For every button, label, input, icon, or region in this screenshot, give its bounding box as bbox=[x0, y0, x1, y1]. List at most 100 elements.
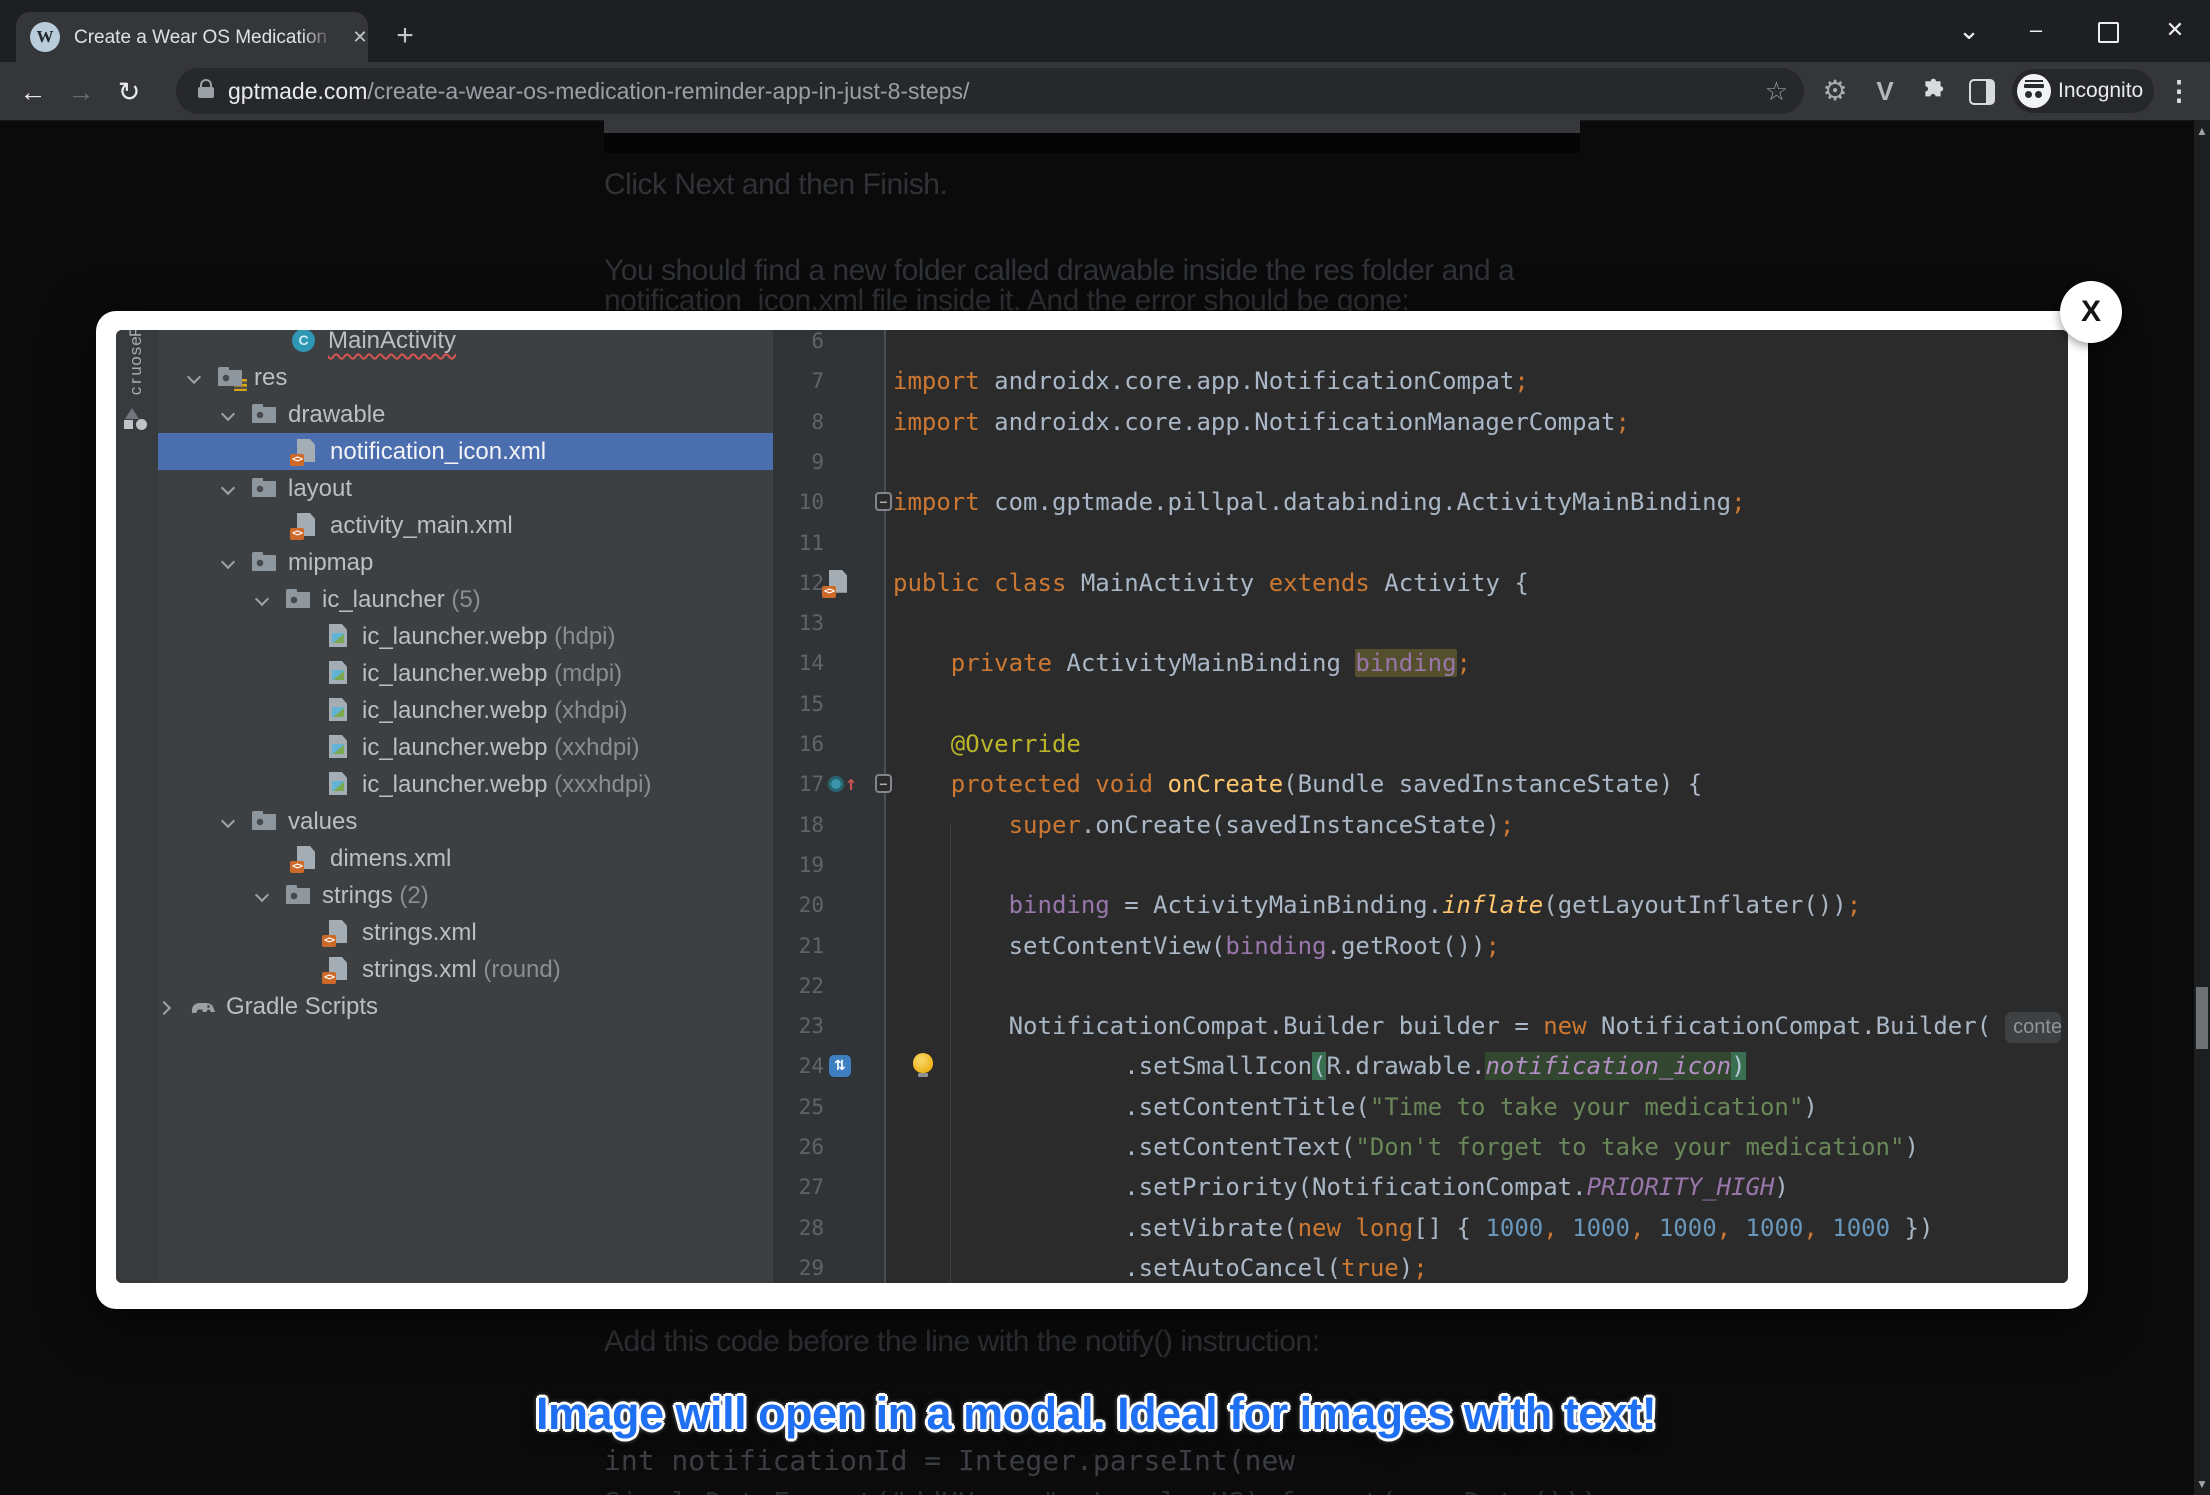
code-line[interactable]: 29 .setAutoCancel(true); bbox=[773, 1248, 2068, 1283]
tree-item[interactable]: Gradle Scripts bbox=[158, 988, 773, 1025]
tree-item-suffix: (round) bbox=[476, 956, 561, 983]
code-text: @Override bbox=[950, 730, 1081, 758]
window-close-button[interactable]: ✕ bbox=[2158, 14, 2192, 46]
tree-item[interactable]: ic_launcher.webp (xhdpi) bbox=[158, 692, 773, 729]
scroll-down-arrow-icon[interactable]: ▼ bbox=[2194, 1473, 2210, 1495]
drawable-gutter-icon[interactable]: ⇅ bbox=[829, 1055, 851, 1078]
code-line[interactable]: 21 setContentView(binding.getRoot()); bbox=[773, 926, 2068, 966]
tree-item[interactable]: <> strings.xml bbox=[158, 914, 773, 951]
tree-item[interactable]: ic_launcher.webp (xxxhdpi) bbox=[158, 766, 773, 803]
maximize-button[interactable] bbox=[2098, 22, 2119, 43]
chevron-open-icon[interactable] bbox=[254, 888, 270, 904]
page-paragraph: You should find a new folder called draw… bbox=[604, 254, 1515, 287]
reload-button[interactable]: ↻ bbox=[111, 74, 147, 110]
related-xml-file-icon[interactable]: <> bbox=[822, 570, 852, 598]
tree-item[interactable]: <> activity_main.xml bbox=[158, 507, 773, 544]
browser-menu-icon[interactable]: ⋮ bbox=[2164, 73, 2194, 109]
tree-item[interactable]: ic_launcher (5) bbox=[158, 581, 773, 618]
webp-icon bbox=[326, 735, 352, 760]
line-number: 29 bbox=[798, 1255, 824, 1280]
tree-item[interactable]: layout bbox=[158, 470, 773, 507]
modal-close-button[interactable]: X bbox=[2060, 281, 2122, 343]
studio-tool-window-strip[interactable]: Resourc bbox=[116, 330, 159, 1283]
code-line[interactable]: 13 bbox=[773, 603, 2068, 643]
incognito-badge[interactable]: Incognito bbox=[2012, 69, 2154, 113]
browser-tab[interactable]: W Create a Wear OS Medication Reminder ✕ bbox=[16, 12, 368, 62]
tree-item[interactable]: <> notification_icon.xml bbox=[158, 433, 773, 470]
tree-item[interactable]: ic_launcher.webp (xxhdpi) bbox=[158, 729, 773, 766]
fold-marker-icon[interactable]: − bbox=[875, 492, 892, 512]
code-text: import androidx.core.app.NotificationMan… bbox=[893, 407, 1630, 436]
code-line[interactable]: 12 <> public class MainActivity extends Ac… bbox=[773, 563, 2068, 603]
tool-strip-letter: c bbox=[126, 386, 145, 396]
chevron-open-icon[interactable] bbox=[186, 370, 202, 386]
scrollbar-thumb[interactable] bbox=[2196, 987, 2208, 1049]
settings-gear-extension-icon[interactable]: ⚙ bbox=[1817, 73, 1853, 109]
android-studio-screenshot: Resourc C MainActivity res drawable <> notifi… bbox=[116, 330, 2068, 1283]
new-tab-button[interactable]: + bbox=[390, 21, 420, 52]
tab-search-chevron-icon[interactable]: ⌄ bbox=[1952, 14, 1986, 46]
v-extension-icon[interactable]: V bbox=[1867, 73, 1903, 109]
code-editor[interactable]: 5import android.widget.TextView;67import… bbox=[773, 330, 2068, 1283]
code-text: import com.gptmade.pillpal.databinding.A… bbox=[893, 488, 1746, 517]
page-scrollbar[interactable]: ▲ ▼ bbox=[2194, 120, 2210, 1495]
code-line[interactable]: 25 .setContentTitle("Time to take your m… bbox=[773, 1087, 2068, 1127]
code-line[interactable]: 10 − import com.gptmade.pillpal.databindin… bbox=[773, 482, 2068, 522]
code-line[interactable]: 7 import androidx.core.app.NotificationCo… bbox=[773, 361, 2068, 401]
image-modal: Resourc C MainActivity res drawable <> notifi… bbox=[96, 311, 2088, 1309]
tree-item[interactable]: drawable bbox=[158, 396, 773, 433]
code-line[interactable]: 9 bbox=[773, 442, 2068, 482]
code-line[interactable]: 11 bbox=[773, 523, 2068, 563]
tree-item-label: strings.xml (round) bbox=[362, 956, 561, 983]
address-bar[interactable]: gptmade.com/create-a-wear-os-medication-… bbox=[176, 68, 1804, 114]
tree-item[interactable]: <> dimens.xml bbox=[158, 840, 773, 877]
code-line[interactable]: 28 .setVibrate(new long[] { 1000, 1000, … bbox=[773, 1208, 2068, 1248]
code-line[interactable]: 19 bbox=[773, 845, 2068, 885]
override-method-icon[interactable] bbox=[828, 776, 844, 793]
code-line[interactable]: 6 bbox=[773, 330, 2068, 361]
chevron-closed-icon[interactable] bbox=[158, 999, 174, 1015]
code-line[interactable]: 8 import androidx.core.app.NotificationMa… bbox=[773, 402, 2068, 442]
code-line[interactable]: 23 NotificationCompat.Builder builder = … bbox=[773, 1006, 2068, 1046]
chevron-open-icon[interactable] bbox=[220, 481, 236, 497]
tab-close-icon[interactable]: ✕ bbox=[348, 25, 372, 49]
chevron-open-icon[interactable] bbox=[254, 592, 270, 608]
side-panel-icon[interactable] bbox=[1969, 79, 1995, 105]
code-line[interactable]: 20 binding = ActivityMainBinding.inflate… bbox=[773, 885, 2068, 925]
code-line[interactable]: 15 bbox=[773, 684, 2068, 724]
tree-item[interactable]: res bbox=[158, 359, 773, 396]
minimize-button[interactable]: – bbox=[2019, 14, 2053, 46]
shapes-tool-icon[interactable] bbox=[124, 408, 148, 430]
back-button[interactable]: ← bbox=[15, 74, 51, 110]
tree-item[interactable]: strings (2) bbox=[158, 877, 773, 914]
tree-item[interactable]: values bbox=[158, 803, 773, 840]
browser-window: W Create a Wear OS Medication Reminder ✕… bbox=[0, 0, 2210, 1495]
forward-button[interactable]: → bbox=[63, 74, 99, 110]
code-line[interactable]: 16 @Override bbox=[773, 724, 2068, 764]
scroll-up-arrow-icon[interactable]: ▲ bbox=[2194, 120, 2210, 142]
tree-item[interactable]: C MainActivity bbox=[158, 330, 773, 359]
chevron-open-icon[interactable] bbox=[220, 555, 236, 571]
code-line[interactable]: 24 ⇅ .setSmallIcon(R.drawable.notificatio… bbox=[773, 1046, 2068, 1086]
code-line[interactable]: 14 private ActivityMainBinding binding; bbox=[773, 643, 2068, 683]
tree-item[interactable]: ic_launcher.webp (hdpi) bbox=[158, 618, 773, 655]
code-line[interactable]: 18 super.onCreate(savedInstanceState); bbox=[773, 805, 2068, 845]
tree-item[interactable]: ic_launcher.webp (mdpi) bbox=[158, 655, 773, 692]
fold-marker-icon[interactable]: − bbox=[875, 774, 892, 794]
bookmark-star-icon[interactable]: ☆ bbox=[1765, 68, 1788, 114]
lock-icon[interactable] bbox=[198, 79, 214, 98]
tree-item[interactable]: <> strings.xml (round) bbox=[158, 951, 773, 988]
code-line[interactable]: 27 .setPriority(NotificationCompat.PRIOR… bbox=[773, 1167, 2068, 1207]
url-path: /create-a-wear-os-medication-reminder-ap… bbox=[367, 78, 970, 104]
code-line[interactable]: 22 bbox=[773, 966, 2068, 1006]
code-line[interactable]: 17 ↑ − protected void onCreate(Bundle save… bbox=[773, 764, 2068, 804]
code-text: .setContentText("Don't forget to take yo… bbox=[893, 1133, 1919, 1161]
chevron-open-icon[interactable] bbox=[220, 814, 236, 830]
tree-item[interactable]: mipmap bbox=[158, 544, 773, 581]
code-text: binding = ActivityMainBinding.inflate(ge… bbox=[1008, 891, 1862, 920]
chevron-open-icon[interactable] bbox=[220, 407, 236, 423]
resource-manager-tab[interactable]: Resourc bbox=[116, 330, 156, 396]
code-line[interactable]: 26 .setContentText("Don't forget to take… bbox=[773, 1127, 2068, 1167]
webp-icon bbox=[326, 772, 352, 797]
extensions-puzzle-icon[interactable] bbox=[1915, 73, 1951, 109]
